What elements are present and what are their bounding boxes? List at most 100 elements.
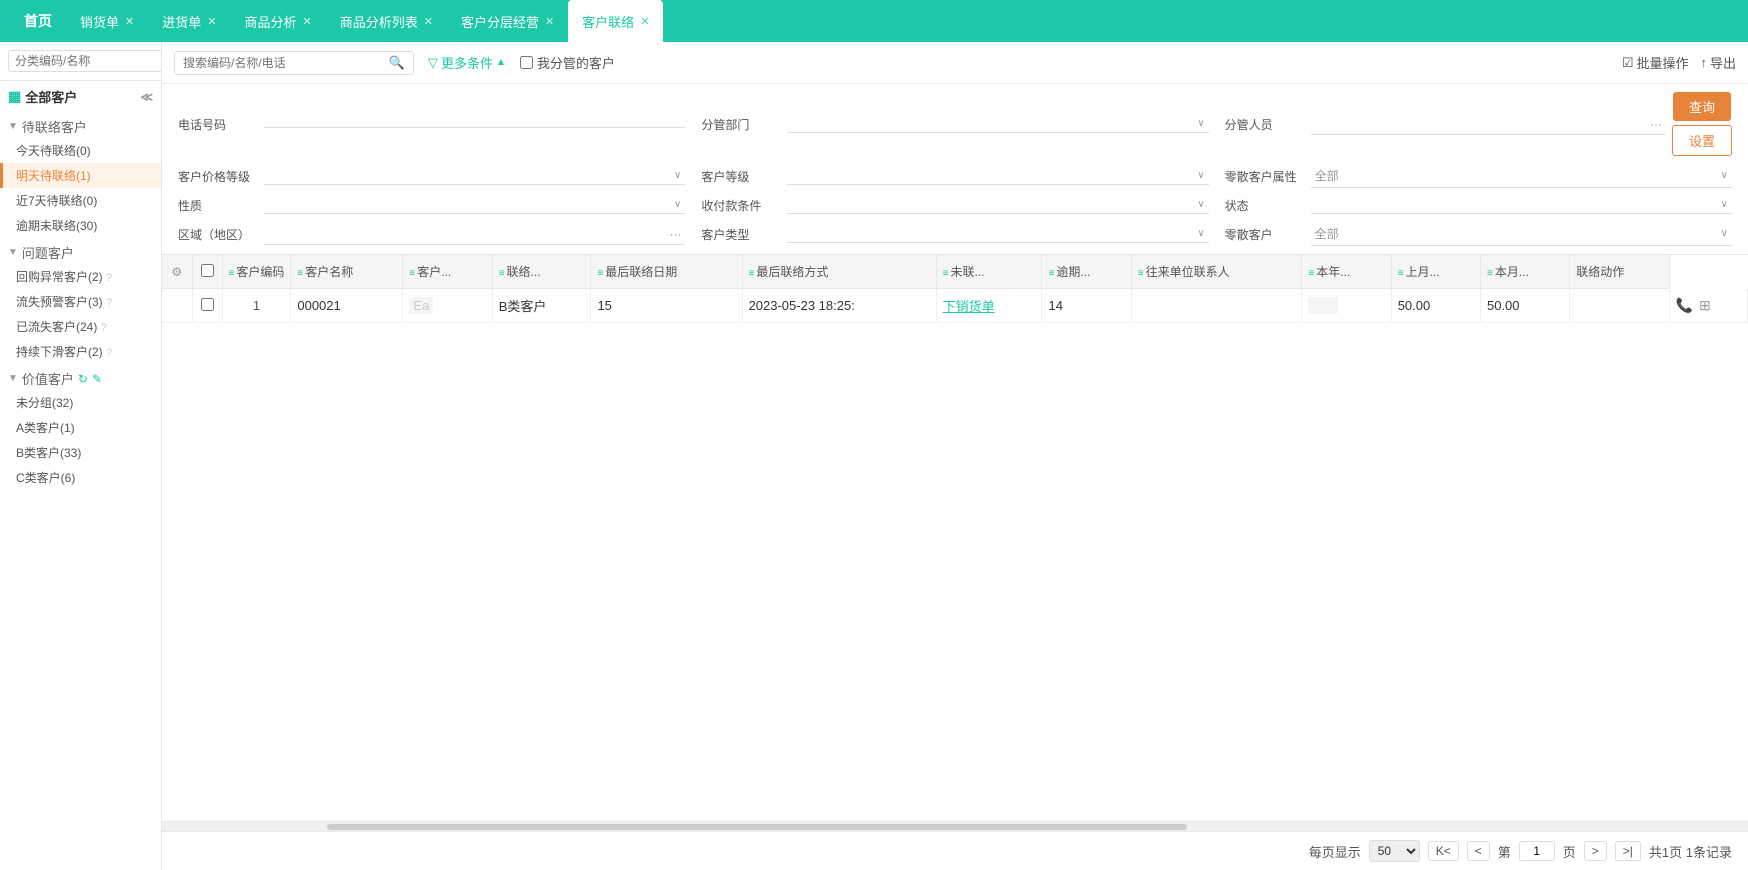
sidebar-item-class-b[interactable]: B类客户(33) (0, 440, 161, 465)
nav-tab-3[interactable]: 商品分析列表 ✕ (326, 0, 447, 42)
nav-home[interactable]: 首页 (10, 0, 66, 42)
row-contact-count: 15 (591, 289, 742, 323)
top-nav: 首页 销货单 ✕ 进货单 ✕ 商品分析 ✕ 商品分析列表 ✕ 客户分层经营 ✕ … (0, 0, 1748, 42)
filter-status-select[interactable]: ∨ (1311, 196, 1732, 214)
per-page-select[interactable]: 50 100 200 (1369, 840, 1420, 862)
col-contact-count: ≡联络... (492, 255, 591, 289)
sidebar-item-repurchase-abnormal[interactable]: 回购异常客户(2) ? (0, 264, 161, 289)
row-checkbox[interactable] (192, 289, 222, 323)
row-actions: 📞 ⊞ (1669, 289, 1747, 323)
sort-icon: ≡ (229, 268, 235, 279)
close-icon[interactable]: ✕ (125, 15, 134, 28)
check-col-header[interactable] (192, 255, 222, 289)
customer-table: ⚙ ≡客户编码 ≡客户名称 ≡客户... ≡联络... ≡最后联络日期 ≡最后联… (162, 255, 1748, 323)
close-icon[interactable]: ✕ (302, 15, 311, 28)
sort-icon: ≡ (1308, 268, 1314, 279)
sidebar-item-declining[interactable]: 持续下滑客户(2) ? (0, 339, 161, 364)
filter-region-label: 区域（地区） (178, 226, 258, 243)
search-input[interactable] (183, 56, 385, 70)
refresh-icon[interactable]: ↻ (78, 372, 88, 386)
select-all-checkbox[interactable] (201, 264, 214, 277)
next-page-btn[interactable]: > (1584, 841, 1607, 861)
sidebar-item-tomorrow[interactable]: 明天待联络(1) (0, 163, 161, 188)
export-btn[interactable]: ↑ 导出 (1700, 53, 1736, 72)
last-contact-link[interactable]: 下销货单 (943, 299, 995, 314)
search-icon[interactable]: 🔍 (389, 55, 405, 71)
query-button[interactable]: 查询 (1673, 92, 1731, 121)
search-bar: 🔍 ▽ 更多条件 ▲ 我分管的客户 ☑ 批量操作 ↑ 导出 (162, 42, 1748, 84)
col-last-month: ≡上月... (1391, 255, 1480, 289)
my-customer-check-input[interactable] (520, 56, 533, 69)
table-area: ⚙ ≡客户编码 ≡客户名称 ≡客户... ≡联络... ≡最后联络日期 ≡最后联… (162, 255, 1748, 821)
batch-op-btn[interactable]: ☑ 批量操作 (1622, 53, 1689, 72)
arrow-up-icon: ▲ (496, 57, 506, 68)
chevron-down-icon: ∨ (1197, 199, 1204, 210)
row-num: 1 (222, 289, 291, 323)
close-icon[interactable]: ✕ (207, 15, 216, 28)
close-icon[interactable]: ✕ (545, 15, 554, 28)
sidebar-item-7days[interactable]: 近7天待联络(0) (0, 188, 161, 213)
col-overdue: ≡逾期... (1042, 255, 1131, 289)
filter-retail-attr-select[interactable]: 全部 ∨ (1311, 164, 1732, 188)
scrollbar-thumb[interactable] (327, 824, 1187, 830)
setting-button[interactable]: 设置 (1672, 125, 1732, 156)
filter-customer-level-select[interactable]: ∨ (787, 167, 1208, 185)
sidebar-search-input[interactable] (8, 50, 162, 72)
sidebar-item-today[interactable]: 今天待联络(0) (0, 138, 161, 163)
chevron-down-icon: ∨ (1721, 228, 1728, 239)
call-icon[interactable]: 📞 (1676, 297, 1693, 314)
table-row: 1 000021 Ea B类客户 15 2023-05-23 18:25: 下销… (162, 289, 1748, 323)
filter-manager-input[interactable]: ··· (1311, 114, 1666, 135)
filter-customer-type-select[interactable]: ∨ (787, 225, 1208, 243)
sidebar-item-overdue[interactable]: 逾期未联络(30) (0, 213, 161, 238)
last-page-btn[interactable]: >| (1615, 841, 1641, 861)
page-input[interactable] (1519, 841, 1555, 861)
chevron-down-icon: ∨ (1721, 199, 1728, 210)
qr-icon[interactable]: ⊞ (1699, 297, 1711, 314)
chevron-down-icon: ∨ (1197, 118, 1204, 129)
filter-retail-customer-select[interactable]: 全部 ∨ (1311, 222, 1732, 246)
close-icon[interactable]: ✕ (640, 15, 649, 28)
filter-price-level-select[interactable]: ∨ (264, 167, 685, 185)
grid-icon: ▦ (8, 88, 21, 105)
group-pending-contact: ▼ 待联络客户 (0, 112, 161, 138)
nav-tab-4[interactable]: 客户分层经营 ✕ (447, 0, 568, 42)
filter-phone-input[interactable] (264, 121, 685, 128)
filter-nature-select[interactable]: ∨ (264, 196, 685, 214)
dots-icon[interactable]: ··· (669, 227, 681, 241)
first-page-btn[interactable]: K< (1428, 841, 1459, 861)
sidebar-item-churn-warning[interactable]: 流失预警客户(3) ? (0, 289, 161, 314)
filter-customer-level: 客户等级 ∨ (701, 164, 1208, 188)
filter-retail-customer: 零散客户 全部 ∨ (1225, 222, 1732, 246)
prev-page-btn[interactable]: < (1467, 841, 1490, 861)
filter-region-input[interactable]: ··· (264, 224, 685, 245)
close-icon[interactable]: ✕ (424, 15, 433, 28)
nav-tab-2[interactable]: 商品分析 ✕ (230, 0, 325, 42)
edit-icon[interactable]: ✎ (92, 372, 102, 386)
group-value-customers: ▼ 价值客户 ↻ ✎ (0, 364, 161, 390)
col-unit-contact: ≡往来单位联系人 (1131, 255, 1302, 289)
row-select-checkbox[interactable] (201, 298, 214, 311)
total-info: 共1页 1条记录 (1649, 842, 1732, 861)
chevron-down-icon: ▼ (8, 373, 18, 384)
horizontal-scrollbar[interactable] (162, 821, 1748, 831)
nav-tab-5[interactable]: 客户联络 ✕ (568, 0, 663, 42)
filter-payment-label: 收付款条件 (701, 197, 781, 214)
more-filter-btn[interactable]: ▽ 更多条件 ▲ (422, 50, 512, 75)
my-customer-checkbox[interactable]: 我分管的客户 (520, 53, 615, 72)
filter-payment-select[interactable]: ∨ (787, 196, 1208, 214)
advanced-filter: 电话号码 分管部门 ∨ 分管人员 ··· 查询 (162, 84, 1748, 255)
sidebar-item-class-a[interactable]: A类客户(1) (0, 415, 161, 440)
nav-tab-0[interactable]: 销货单 ✕ (66, 0, 148, 42)
gear-col-header[interactable]: ⚙ (162, 255, 192, 289)
col-customer-name: ≡客户名称 (291, 255, 403, 289)
all-customers-header[interactable]: ▦ 全部客户 ≪ (0, 81, 161, 112)
sidebar-item-unclassified[interactable]: 未分组(32) (0, 390, 161, 415)
filter-dept-select[interactable]: ∨ (787, 115, 1208, 133)
sidebar-item-class-c[interactable]: C类客户(6) (0, 465, 161, 490)
dots-icon[interactable]: ··· (1650, 117, 1662, 131)
nav-tab-1[interactable]: 进货单 ✕ (148, 0, 230, 42)
row-unit-contact (1302, 289, 1391, 323)
row-last-contact-method[interactable]: 下销货单 (936, 289, 1042, 323)
sidebar-item-churned[interactable]: 已流失客户(24) ? (0, 314, 161, 339)
